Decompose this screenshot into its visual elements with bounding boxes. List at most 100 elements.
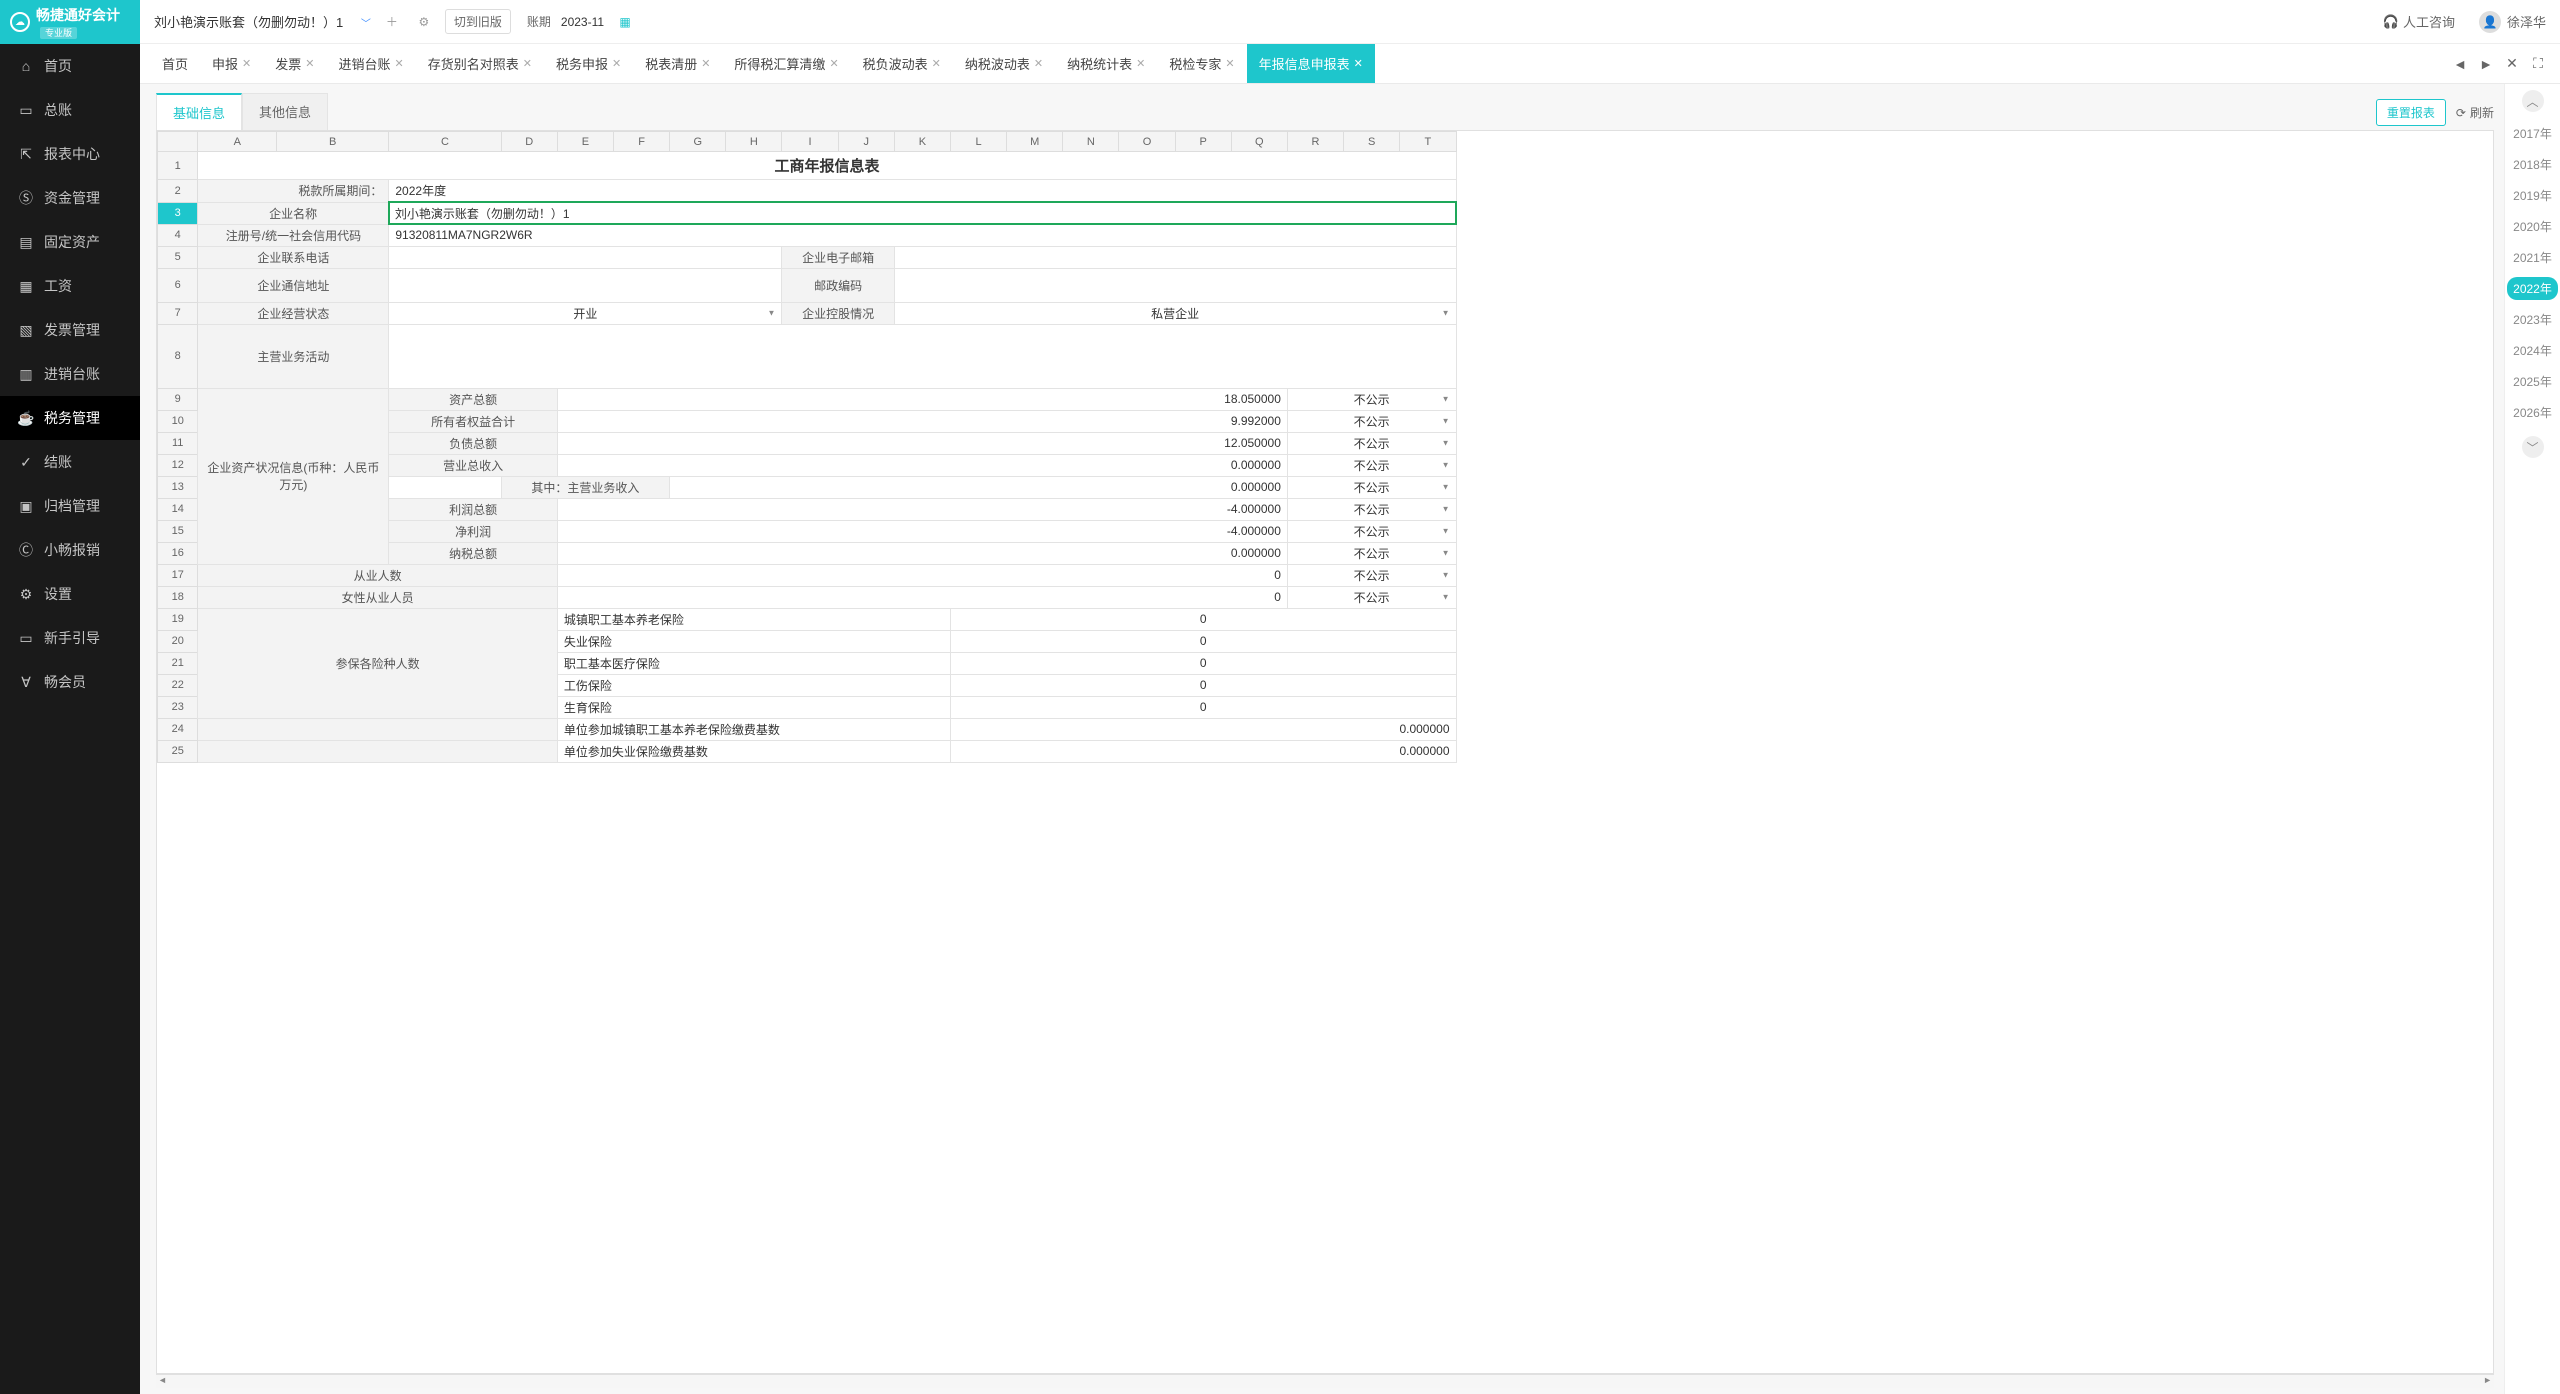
nav-item-1[interactable]: ▭总账 [0,88,140,132]
dropdown-cell[interactable]: 私营企业 [894,302,1456,324]
row-header[interactable]: 3 [158,202,198,224]
year-item[interactable]: 2025年 [2507,370,2558,393]
row-header[interactable]: 8 [158,324,198,388]
calendar-icon[interactable]: ▦ [614,11,636,33]
nav-item-2[interactable]: ⇱报表中心 [0,132,140,176]
tab-7[interactable]: 所得税汇算清缴✕ [722,44,850,83]
row-header[interactable]: 18 [158,586,198,608]
cell-value[interactable] [894,268,1456,302]
nav-item-7[interactable]: ▥进销台账 [0,352,140,396]
tab-3[interactable]: 进销台账✕ [326,44,415,83]
close-icon[interactable]: ✕ [1354,57,1363,70]
year-item[interactable]: 2023年 [2507,308,2558,331]
row-header[interactable]: 1 [158,152,198,180]
fullscreen-icon[interactable]: ⛶ [2526,52,2550,76]
dropdown-cell[interactable]: 不公示 [1287,476,1456,498]
close-icon[interactable]: ✕ [395,57,404,70]
dropdown-cell[interactable]: 不公示 [1287,432,1456,454]
close-icon[interactable]: ✕ [1034,57,1043,70]
row-header[interactable]: 13 [158,476,198,498]
cell-value[interactable]: -4.000000 [557,498,1287,520]
dropdown-cell[interactable]: 不公示 [1287,586,1456,608]
year-item[interactable]: 2017年 [2507,122,2558,145]
row-header[interactable]: 11 [158,432,198,454]
sub-tab-1[interactable]: 其他信息 [242,93,328,130]
tab-11[interactable]: 税检专家✕ [1157,44,1246,83]
cell-value[interactable]: 0.000000 [950,740,1456,762]
tab-8[interactable]: 税负波动表✕ [851,44,953,83]
cell-value[interactable]: 2022年度 [389,180,1456,203]
nav-item-5[interactable]: ▦工资 [0,264,140,308]
tab-4[interactable]: 存货别名对照表✕ [416,44,544,83]
nav-item-11[interactable]: Ⓒ小畅报销 [0,528,140,572]
close-icon[interactable]: ✕ [305,57,314,70]
nav-item-14[interactable]: ∀畅会员 [0,660,140,704]
tab-prev-icon[interactable]: ◄ [2448,52,2472,76]
row-header[interactable]: 21 [158,652,198,674]
row-header[interactable]: 5 [158,246,198,268]
row-header[interactable]: 20 [158,630,198,652]
row-header[interactable]: 4 [158,224,198,246]
dropdown-cell[interactable]: 不公示 [1287,498,1456,520]
period-value[interactable]: 2023-11 [561,15,604,29]
cell-value[interactable] [389,246,782,268]
cell-value[interactable]: 0.000000 [557,542,1287,564]
close-icon[interactable]: ✕ [1136,57,1145,70]
cell-value[interactable]: 0 [950,652,1456,674]
cell-value[interactable]: 0.000000 [557,454,1287,476]
dropdown-cell[interactable]: 不公示 [1287,520,1456,542]
tab-0[interactable]: 首页 [150,44,200,83]
gear-icon[interactable]: ⚙ [413,11,435,33]
year-item[interactable]: 2024年 [2507,339,2558,362]
cell-value[interactable]: 0 [950,608,1456,630]
tab-next-icon[interactable]: ► [2474,52,2498,76]
tab-1[interactable]: 申报✕ [200,44,263,83]
row-header[interactable]: 7 [158,302,198,324]
row-header[interactable]: 24 [158,718,198,740]
spreadsheet[interactable]: ABCDEFGHIJKLMNOPQRST1工商年报信息表2税款所属期间：2022… [156,130,2494,1374]
close-icon[interactable]: ✕ [701,57,710,70]
old-version-button[interactable]: 切到旧版 [445,9,511,34]
nav-item-4[interactable]: ▤固定资产 [0,220,140,264]
cell-value[interactable]: 12.050000 [557,432,1287,454]
cell-value[interactable] [389,324,1456,388]
tab-5[interactable]: 税务申报✕ [544,44,633,83]
cell-value[interactable]: 0 [557,564,1287,586]
close-icon[interactable]: ✕ [612,57,621,70]
year-item[interactable]: 2021年 [2507,246,2558,269]
row-header[interactable]: 2 [158,180,198,203]
year-down-icon[interactable]: ﹀ [2522,436,2544,458]
close-icon[interactable]: ✕ [242,57,251,70]
tab-6[interactable]: 税表清册✕ [633,44,722,83]
row-header[interactable]: 23 [158,696,198,718]
nav-item-0[interactable]: ⌂首页 [0,44,140,88]
row-header[interactable]: 6 [158,268,198,302]
cell-value[interactable]: -4.000000 [557,520,1287,542]
tab-10[interactable]: 纳税统计表✕ [1055,44,1157,83]
user-menu[interactable]: 👤 徐泽华 [2479,11,2546,33]
row-header[interactable]: 14 [158,498,198,520]
year-item[interactable]: 2026年 [2507,401,2558,424]
nav-item-9[interactable]: ✓结账 [0,440,140,484]
cell-value[interactable] [389,268,782,302]
account-selector[interactable]: 刘小艳演示账套（勿删勿动！）1 ﹀ [154,12,371,31]
row-header[interactable]: 19 [158,608,198,630]
nav-item-13[interactable]: ▭新手引导 [0,616,140,660]
tab-2[interactable]: 发票✕ [263,44,326,83]
close-icon[interactable]: ✕ [523,57,532,70]
close-icon[interactable]: ✕ [1225,57,1234,70]
nav-item-3[interactable]: Ⓢ资金管理 [0,176,140,220]
row-header[interactable]: 9 [158,388,198,410]
dropdown-cell[interactable]: 不公示 [1287,542,1456,564]
row-header[interactable]: 12 [158,454,198,476]
row-header[interactable]: 17 [158,564,198,586]
close-icon[interactable]: ✕ [932,57,941,70]
tab-12[interactable]: 年报信息申报表✕ [1247,44,1375,83]
dropdown-cell[interactable]: 开业 [389,302,782,324]
nav-item-6[interactable]: ▧发票管理 [0,308,140,352]
year-up-icon[interactable]: ︿ [2522,90,2544,112]
refresh-button[interactable]: ⟳ 刷新 [2456,104,2494,121]
sub-tab-0[interactable]: 基础信息 [156,93,242,130]
cell-value[interactable]: 18.050000 [557,388,1287,410]
cell-value[interactable]: 91320811MA7NGR2W6R [389,224,1456,246]
